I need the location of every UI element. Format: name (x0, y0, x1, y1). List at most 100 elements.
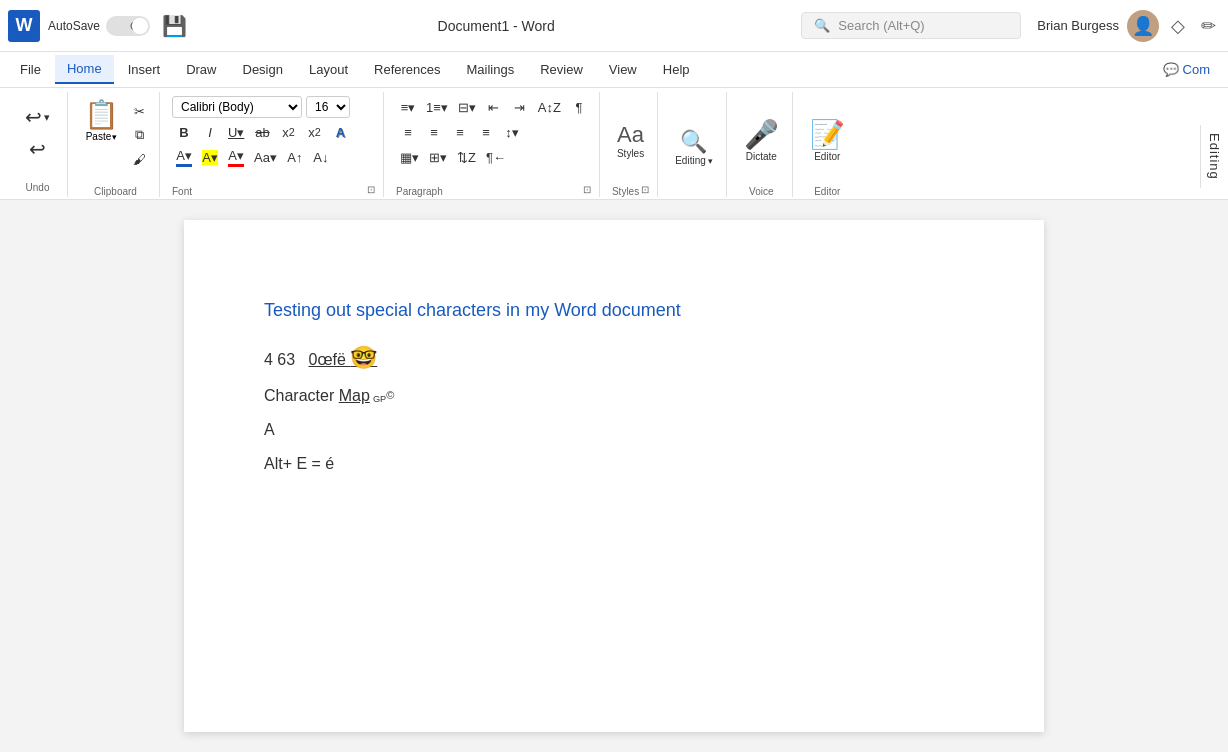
menu-draw[interactable]: Draw (174, 56, 228, 83)
editor-label: Editor (814, 182, 840, 197)
format-painter-button[interactable]: 🖌 (127, 148, 151, 170)
menu-bar: File Home Insert Draw Design Layout Refe… (0, 52, 1228, 88)
editing-group: 🔍 Editing ▾ (662, 92, 727, 197)
styles-button[interactable]: Aa Styles (612, 119, 649, 162)
subscript-button[interactable]: x2 (276, 121, 300, 143)
paste-dropdown-arrow[interactable]: ▾ (112, 132, 117, 142)
styles-dialog-launcher[interactable]: ⊡ (641, 184, 649, 195)
superscript-button[interactable]: x2 (302, 121, 326, 143)
menu-insert[interactable]: Insert (116, 56, 173, 83)
rtl-button[interactable]: ¶← (482, 146, 510, 168)
editor-group: 📝 Editor Editor (797, 92, 858, 197)
menu-view[interactable]: View (597, 56, 649, 83)
clipboard-group: 📋 Paste ▾ ✂ ⧉ 🖌 Clipboard (72, 92, 160, 197)
comments-button[interactable]: 💬 Com (1153, 58, 1220, 81)
menu-review[interactable]: Review (528, 56, 595, 83)
align-center-button[interactable]: ≡ (422, 121, 446, 143)
ribbon: ↩ ▾ ↩ Undo 📋 Paste ▾ ✂ (0, 88, 1228, 200)
italic-button[interactable]: I (198, 121, 222, 143)
gp-text: GP© (370, 389, 394, 401)
menu-design[interactable]: Design (231, 56, 295, 83)
editing-button[interactable]: 🔍 Editing ▾ (670, 126, 718, 169)
undo-button[interactable]: ↩ ▾ (20, 102, 55, 132)
strikethrough-button[interactable]: ab (250, 121, 274, 143)
title-bar: W AutoSave Off 💾 Document1 - Word 🔍 Sear… (0, 0, 1228, 52)
justify-button[interactable]: ≡ (474, 121, 498, 143)
document-line1: 4 63 0œfë 🤓 (264, 345, 964, 371)
shading-button[interactable]: ▦▾ (396, 146, 423, 168)
undo-dropdown-arrow[interactable]: ▾ (44, 111, 50, 124)
word-logo: W (8, 10, 40, 42)
editing-mode-label: Editing (1200, 125, 1228, 188)
cut-button[interactable]: ✂ (127, 100, 151, 122)
autosave-circle (132, 18, 148, 34)
microphone-icon: 🎤 (744, 118, 779, 151)
line-spacing-button[interactable]: ↕▾ (500, 121, 524, 143)
user-area: Brian Burgess 👤 ◇ ✏ (1037, 10, 1220, 42)
multilevel-button[interactable]: ⊟▾ (454, 96, 480, 118)
user-name: Brian Burgess (1037, 18, 1119, 33)
pen-icon[interactable]: ✏ (1197, 11, 1220, 41)
user-avatar[interactable]: 👤 (1127, 10, 1159, 42)
bold-button[interactable]: B (172, 121, 196, 143)
document-page[interactable]: Testing out special characters in my Wor… (184, 220, 1044, 732)
font-size-selector[interactable]: 16 (306, 96, 350, 118)
case-button[interactable]: Aa▾ (250, 146, 281, 168)
menu-mailings[interactable]: Mailings (455, 56, 527, 83)
special-chars-underlined: 0œfë 🤓 (308, 351, 377, 368)
grow-font-button[interactable]: A↑ (283, 146, 307, 168)
redo-icon: ↩ (29, 137, 46, 161)
menu-help[interactable]: Help (651, 56, 702, 83)
editing-label: Editing (675, 155, 706, 166)
search-placeholder: Search (Alt+Q) (838, 18, 924, 33)
borders-button[interactable]: ⊞▾ (425, 146, 451, 168)
font-color-button[interactable]: A▾ (172, 146, 196, 168)
underline-button[interactable]: U▾ (224, 121, 248, 143)
text-effects-button[interactable]: A (328, 121, 352, 143)
editor-button[interactable]: 📝 Editor (805, 115, 850, 165)
copy-button[interactable]: ⧉ (127, 124, 151, 146)
font-dialog-launcher[interactable]: ⊡ (367, 184, 375, 195)
diamond-icon[interactable]: ◇ (1167, 11, 1189, 41)
menu-layout[interactable]: Layout (297, 56, 360, 83)
voice-label: Voice (749, 182, 773, 197)
comments-icon: 💬 (1163, 62, 1179, 77)
text-color-button[interactable]: A▾ (224, 146, 248, 168)
voice-group: 🎤 Dictate Voice (731, 92, 793, 197)
paste-button[interactable]: 📋 Paste ▾ (80, 96, 123, 144)
dictate-button[interactable]: 🎤 Dictate (739, 115, 784, 165)
editing-icon: 🔍 (680, 129, 707, 155)
document-area: Testing out special characters in my Wor… (0, 200, 1228, 752)
menu-file[interactable]: File (8, 56, 53, 83)
shrink-font-button[interactable]: A↓ (309, 146, 333, 168)
bullets-button[interactable]: ≡▾ (396, 96, 420, 118)
search-bar[interactable]: 🔍 Search (Alt+Q) (801, 12, 1021, 39)
show-marks-button[interactable]: ¶ (567, 96, 591, 118)
styles-label: Styles (617, 148, 644, 159)
editor-icon: 📝 (810, 118, 845, 151)
decrease-indent-button[interactable]: ⇤ (482, 96, 506, 118)
undo-icon: ↩ (25, 105, 42, 129)
autosave-area: AutoSave Off (48, 16, 150, 36)
font-name-selector[interactable]: Calibri (Body) (172, 96, 302, 118)
increase-indent-button[interactable]: ⇥ (508, 96, 532, 118)
align-left-button[interactable]: ≡ (396, 121, 420, 143)
redo-button[interactable]: ↩ (22, 134, 54, 164)
numbering-button[interactable]: 1≡▾ (422, 96, 452, 118)
autosave-toggle[interactable]: Off (106, 16, 150, 36)
save-button[interactable]: 💾 (158, 10, 191, 42)
editing-dropdown-arrow[interactable]: ▾ (708, 156, 713, 166)
align-right-button[interactable]: ≡ (448, 121, 472, 143)
highlight-button[interactable]: A▾ (198, 146, 222, 168)
menu-home[interactable]: Home (55, 55, 114, 84)
document-line2: Character Map GP© (264, 387, 964, 405)
menu-references[interactable]: References (362, 56, 452, 83)
document-line4: Alt+ E = é (264, 455, 964, 473)
undo-group-label: Undo (26, 178, 50, 193)
search-icon: 🔍 (814, 18, 830, 33)
paragraph-dialog-launcher[interactable]: ⊡ (583, 184, 591, 195)
paragraph-group: ≡▾ 1≡▾ ⊟▾ ⇤ ⇥ A↕Z ¶ ≡ ≡ ≡ ≡ ↕▾ ▦▾ ⊞▾ ⇅Z … (388, 92, 600, 197)
text-direction-button[interactable]: ⇅Z (453, 146, 480, 168)
document-line3: A (264, 421, 964, 439)
sort-button[interactable]: A↕Z (534, 96, 565, 118)
